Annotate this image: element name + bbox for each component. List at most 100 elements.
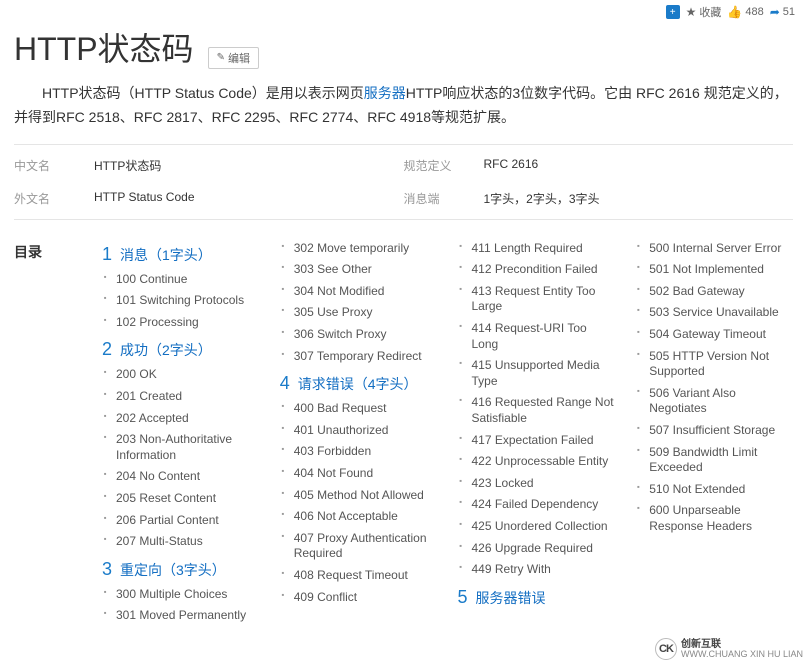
intro-prelink: HTTP状态码（HTTP Status Code）是用以表示网页 (42, 85, 364, 101)
info-value: RFC 2616 (484, 157, 539, 174)
toc-item[interactable]: 200 OK (108, 364, 260, 386)
toc-item[interactable]: 406 Not Acceptable (286, 506, 438, 528)
toc-item[interactable]: 306 Switch Proxy (286, 324, 438, 346)
toc-item[interactable]: 100 Continue (108, 269, 260, 291)
toc-item[interactable]: 201 Created (108, 386, 260, 408)
share-action[interactable]: + (666, 5, 680, 19)
toc-item[interactable]: 407 Proxy Authentication Required (286, 528, 438, 565)
like-action[interactable]: 👍488 (727, 5, 763, 19)
section-num: 3 (98, 559, 112, 580)
toc-item[interactable]: 405 Method Not Allowed (286, 485, 438, 507)
info-col-right: 规范定义RFC 2616 消息端1字头，2字头，3字头 (404, 157, 794, 207)
toc-item[interactable]: 302 Move temporarily (286, 238, 438, 260)
toc-item[interactable]: 206 Partial Content (108, 510, 260, 532)
section-num: 1 (98, 244, 112, 265)
toc-item[interactable]: 417 Expectation Failed (464, 430, 616, 452)
toc-col-1: 1 消息（1字头） 100 Continue 101 Switching Prot… (98, 238, 260, 627)
share-action-2[interactable]: ➦51 (770, 5, 795, 19)
info-label: 中文名 (14, 157, 94, 174)
watermark-url: WWW.CHUANG XIN HU LIAN (681, 650, 803, 659)
section-num: 4 (276, 373, 290, 394)
favorite-action[interactable]: ★收藏 (686, 4, 722, 20)
info-value: 1字头，2字头，3字头 (484, 190, 600, 207)
toc-item[interactable]: 403 Forbidden (286, 441, 438, 463)
section-title: 消息（1字头） (120, 246, 212, 264)
server-link[interactable]: 服务器 (364, 85, 406, 101)
toc-item[interactable]: 510 Not Extended (641, 479, 793, 501)
toc-item[interactable]: 423 Locked (464, 473, 616, 495)
share-count: 51 (783, 6, 795, 18)
toc-item[interactable]: 502 Bad Gateway (641, 281, 793, 303)
section-3-head[interactable]: 3 重定向（3字头） (98, 559, 260, 580)
section-title: 重定向（3字头） (120, 561, 226, 579)
toc-item[interactable]: 301 Moved Permanently (108, 605, 260, 627)
logo-icon: CK (655, 638, 677, 660)
toc-item[interactable]: 202 Accepted (108, 408, 260, 430)
table-of-contents: 目录 1 消息（1字头） 100 Continue 101 Switching P… (14, 238, 793, 627)
toc-item[interactable]: 303 See Other (286, 259, 438, 281)
toc-item[interactable]: 416 Requested Range Not Satisfiable (464, 392, 616, 429)
section-1-head[interactable]: 1 消息（1字头） (98, 244, 260, 265)
pencil-icon: ✎ (217, 52, 225, 63)
like-count: 488 (745, 6, 763, 18)
toc-item[interactable]: 304 Not Modified (286, 281, 438, 303)
toc-item[interactable]: 203 Non-Authoritative Information (108, 429, 260, 466)
toc-item[interactable]: 415 Unsupported Media Type (464, 355, 616, 392)
top-actions-bar: + ★收藏 👍488 ➦51 (0, 0, 807, 22)
toc-col-2: 302 Move temporarily 303 See Other 304 N… (276, 238, 438, 627)
toc-item[interactable]: 425 Unordered Collection (464, 516, 616, 538)
section-title: 成功（2字头） (120, 341, 212, 359)
toc-item[interactable]: 401 Unauthorized (286, 420, 438, 442)
intro-paragraph: HTTP状态码（HTTP Status Code）是用以表示网页服务器HTTP响… (0, 82, 807, 144)
toc-item[interactable]: 449 Retry With (464, 559, 616, 581)
toc-item[interactable]: 413 Request Entity Too Large (464, 281, 616, 318)
section-title: 请求错误（4字头） (298, 375, 418, 393)
toc-item[interactable]: 424 Failed Dependency (464, 494, 616, 516)
section-title: 服务器错误 (476, 589, 546, 607)
toc-heading: 目录 (14, 238, 74, 627)
toc-item[interactable]: 503 Service Unavailable (641, 302, 793, 324)
toc-item[interactable]: 500 Internal Server Error (641, 238, 793, 260)
toc-item[interactable]: 305 Use Proxy (286, 302, 438, 324)
favorite-label: 收藏 (699, 4, 721, 20)
page-title: HTTP状态码 (14, 24, 194, 70)
toc-item[interactable]: 102 Processing (108, 312, 260, 334)
info-table: 中文名HTTP状态码 外文名HTTP Status Code 规范定义RFC 2… (14, 144, 793, 220)
info-label: 消息端 (404, 190, 484, 207)
toc-item[interactable]: 504 Gateway Timeout (641, 324, 793, 346)
share-icon: + (666, 5, 680, 19)
toc-item[interactable]: 505 HTTP Version Not Supported (641, 346, 793, 383)
info-value: HTTP状态码 (94, 157, 161, 174)
toc-item[interactable]: 509 Bandwidth Limit Exceeded (641, 442, 793, 479)
edit-label: 编辑 (228, 50, 250, 66)
toc-item[interactable]: 408 Request Timeout (286, 565, 438, 587)
toc-item[interactable]: 207 Multi-Status (108, 531, 260, 553)
section-num: 2 (98, 339, 112, 360)
toc-item[interactable]: 300 Multiple Choices (108, 584, 260, 606)
toc-item[interactable]: 400 Bad Request (286, 398, 438, 420)
toc-item[interactable]: 404 Not Found (286, 463, 438, 485)
toc-item[interactable]: 409 Conflict (286, 587, 438, 609)
toc-item[interactable]: 600 Unparseable Response Headers (641, 500, 793, 537)
toc-item[interactable]: 507 Insufficient Storage (641, 420, 793, 442)
info-col-left: 中文名HTTP状态码 外文名HTTP Status Code (14, 157, 404, 207)
toc-item[interactable]: 506 Variant Also Negotiates (641, 383, 793, 420)
toc-item[interactable]: 501 Not Implemented (641, 259, 793, 281)
toc-item[interactable]: 101 Switching Protocols (108, 290, 260, 312)
toc-item[interactable]: 205 Reset Content (108, 488, 260, 510)
info-label: 外文名 (14, 190, 94, 207)
toc-item[interactable]: 307 Temporary Redirect (286, 346, 438, 368)
toc-item[interactable]: 411 Length Required (464, 238, 616, 260)
toc-item[interactable]: 412 Precondition Failed (464, 259, 616, 281)
section-5-head[interactable]: 5服务器错误 (454, 587, 616, 608)
section-4-head[interactable]: 4 请求错误（4字头） (276, 373, 438, 394)
toc-item[interactable]: 426 Upgrade Required (464, 538, 616, 560)
watermark: CK 创新互联 WWW.CHUANG XIN HU LIAN (655, 638, 803, 660)
section-2-head[interactable]: 2 成功（2字头） (98, 339, 260, 360)
toc-item[interactable]: 422 Unprocessable Entity (464, 451, 616, 473)
info-value: HTTP Status Code (94, 190, 195, 207)
toc-item[interactable]: 414 Request-URI Too Long (464, 318, 616, 355)
toc-item[interactable]: 204 No Content (108, 466, 260, 488)
edit-button[interactable]: ✎编辑 (208, 47, 259, 69)
toc-col-4: 500 Internal Server Error 501 Not Implem… (631, 238, 793, 627)
